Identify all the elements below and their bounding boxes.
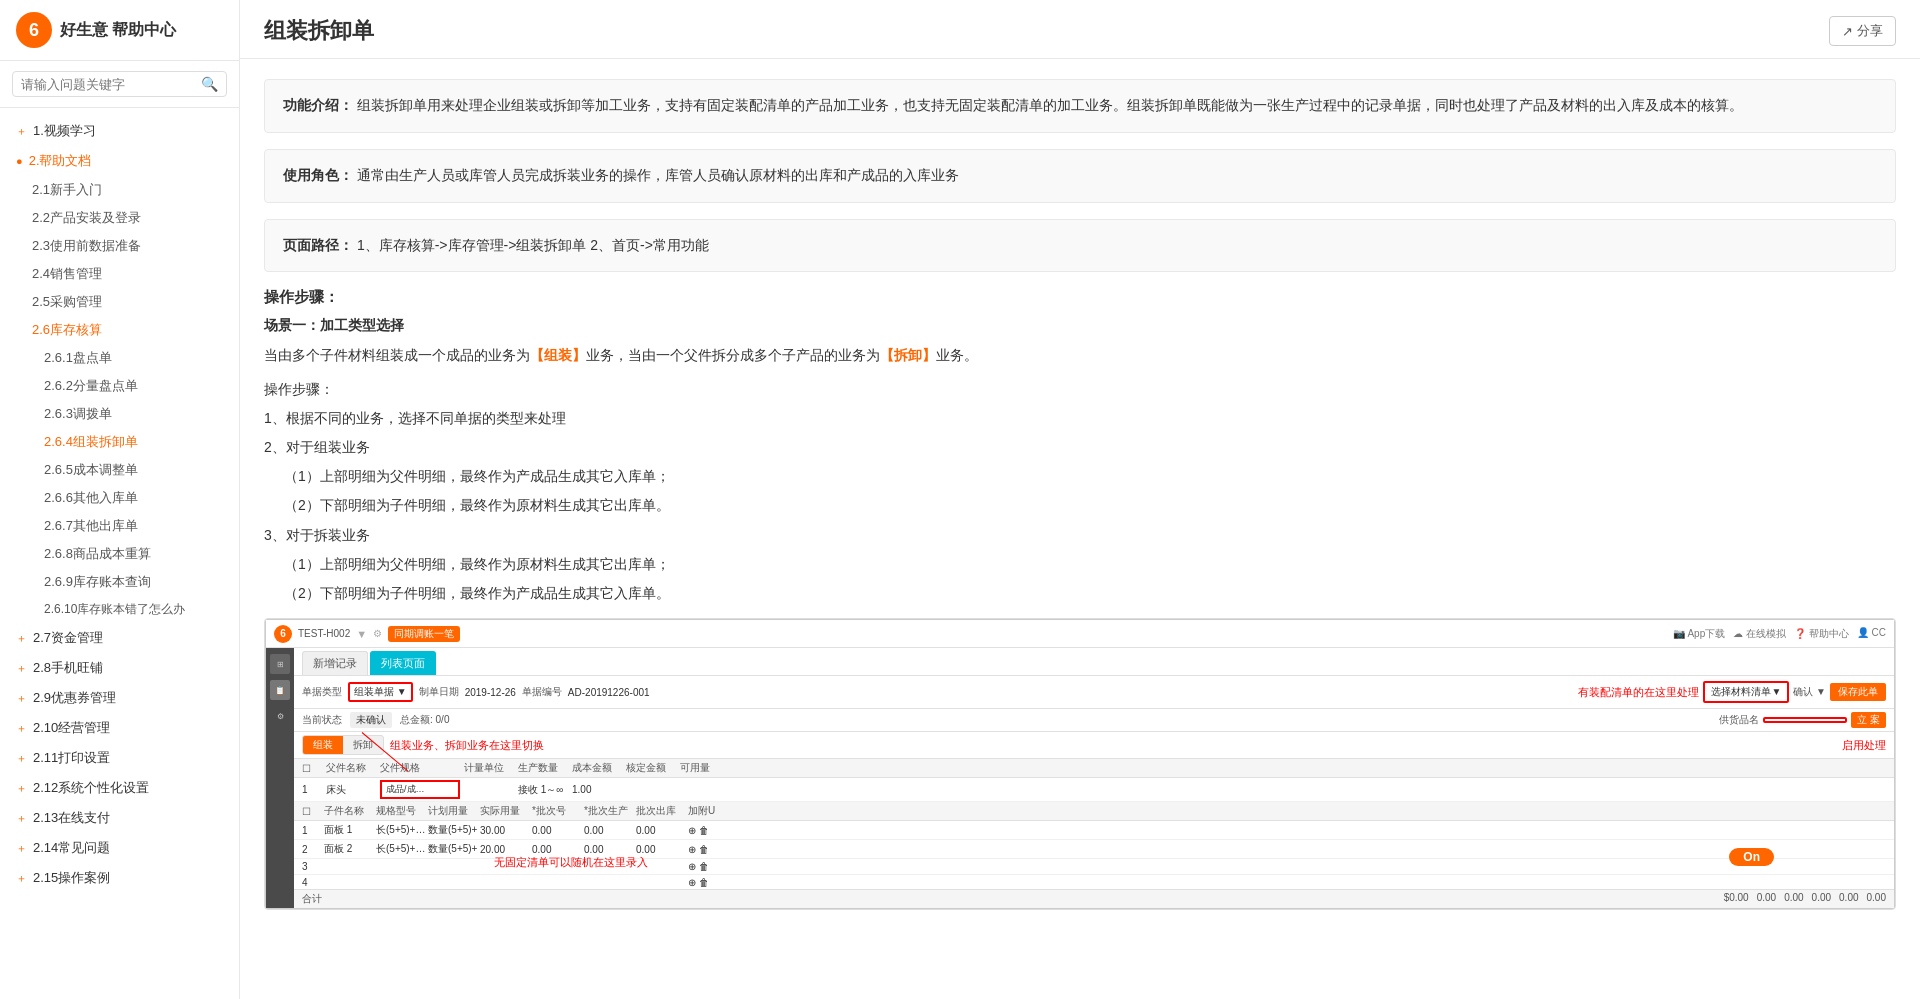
mock-bom-select: 选择材料清单▼ (1703, 681, 1789, 703)
sidebar-item-2-15[interactable]: ＋ 2.15操作案例 (0, 863, 239, 893)
screenshot-container: 6 TEST-H002 ▼ ⚙ 同期调账一笔 📷 App下载 ☁ 在线模拟 ❓ … (264, 618, 1896, 910)
plus-icon-10: ＋ (16, 871, 27, 886)
func-intro-section: 功能介绍： 组装拆卸单用来处理企业组装或拆卸等加工业务，支持有固定装配清单的产品… (264, 79, 1896, 133)
mock-screenshot: 6 TEST-H002 ▼ ⚙ 同期调账一笔 📷 App下载 ☁ 在线模拟 ❓ … (265, 619, 1895, 909)
sidebar-item-2-6-10[interactable]: 2.6.10库存账本错了怎么办 (0, 596, 239, 623)
sidebar-item-2-6-5[interactable]: 2.6.5成本调整单 (0, 456, 239, 484)
mock-table-header2: ☐ 子件名称 规格型号 计划用量 实际用量 *批次号 *批次生产 批次出库 加附… (294, 802, 1894, 821)
ops-steps-title: 操作步骤： (264, 377, 1896, 402)
mock-toggle-row: 组装 拆卸 组装业务、拆卸业务在这里切换 启用处理 (294, 732, 1894, 759)
mock-type-select: 组装单据 ▼ (348, 682, 413, 702)
step3: 3、对于拆装业务 (264, 523, 1896, 548)
sidebar-item-2-9[interactable]: ＋ 2.9优惠券管理 (0, 683, 239, 713)
mock-topbar: 6 TEST-H002 ▼ ⚙ 同期调账一笔 📷 App下载 ☁ 在线模拟 ❓ … (266, 620, 1894, 648)
mock-footer: 合计 $0.00 0.00 0.00 0.00 0.00 0.00 (294, 889, 1894, 908)
sidebar-item-2-2[interactable]: 2.2产品安装及登录 (0, 204, 239, 232)
sidebar-item-2-12[interactable]: ＋ 2.12系统个性化设置 (0, 773, 239, 803)
step2: 2、对于组装业务 (264, 435, 1896, 460)
sidebar-item-2[interactable]: ● 2.帮助文档 (0, 146, 239, 176)
step2-1: （1）上部明细为父件明细，最终作为产成品生成其它入库单； (264, 464, 1896, 489)
sidebar-nav: ＋ 1.视频学习 ● 2.帮助文档 2.1新手入门 2.2产品安装及登录 2.3… (0, 108, 239, 999)
mock-sub-row1: 1 面板 1 长(5+5)+… 数量(5+5)+ 30.00 0.00 0.00… (294, 821, 1894, 840)
role-section: 使用角色： 通常由生产人员或库管人员完成拆装业务的操作，库管人员确认原材料的出库… (264, 149, 1896, 203)
plus-icon: ＋ (16, 124, 27, 139)
sidebar-item-2-1[interactable]: 2.1新手入门 (0, 176, 239, 204)
scene1-desc: 当由多个子件材料组装成一个成品的业务为【组装】业务，当由一个父件拆分成多个子产品… (264, 343, 1896, 368)
search-input-wrap[interactable]: 🔍 (12, 71, 227, 97)
plus-icon-4: ＋ (16, 691, 27, 706)
path-section: 页面路径： 1、库存核算->库存管理->组装拆卸单 2、首页->常用功能 (264, 219, 1896, 273)
sidebar-item-2-14[interactable]: ＋ 2.14常见问题 (0, 833, 239, 863)
plus-icon-5: ＋ (16, 721, 27, 736)
search-box: 🔍 (0, 61, 239, 108)
sidebar-item-2-6-1[interactable]: 2.6.1盘点单 (0, 344, 239, 372)
annot-no-bom: 无固定清单可以随机在这里录入 (494, 855, 648, 870)
main-header: 组装拆卸单 ↗ 分享 (240, 0, 1920, 59)
plus-icon-3: ＋ (16, 661, 27, 676)
minus-icon: ● (16, 155, 23, 167)
plus-icon-8: ＋ (16, 811, 27, 826)
sidebar-item-2-13[interactable]: ＋ 2.13在线支付 (0, 803, 239, 833)
scene1-title: 场景一：加工类型选择 (264, 317, 1896, 335)
sidebar-item-1[interactable]: ＋ 1.视频学习 (0, 116, 239, 146)
search-icon[interactable]: 🔍 (201, 76, 218, 92)
mock-table-header: ☐ 父件名称 父件规格 计量单位 生产数量 成本金额 核定金额 可用量 (294, 759, 1894, 778)
sidebar-item-2-8[interactable]: ＋ 2.8手机旺铺 (0, 653, 239, 683)
sidebar-item-2-6-2[interactable]: 2.6.2分量盘点单 (0, 372, 239, 400)
sidebar-item-2-10[interactable]: ＋ 2.10经营管理 (0, 713, 239, 743)
plus-icon-2: ＋ (16, 631, 27, 646)
ops-title: 操作步骤： (264, 288, 1896, 307)
plus-icon-7: ＋ (16, 781, 27, 796)
sidebar-title: 好生意 帮助中心 (60, 20, 176, 41)
plus-icon-6: ＋ (16, 751, 27, 766)
sidebar-logo: 6 (16, 12, 52, 48)
mock-table-row1: 1 床头 成品/成… 接收 1～∞ 1.00 (294, 778, 1894, 802)
sidebar-item-2-6[interactable]: 2.6库存核算 (0, 316, 239, 344)
ops-steps: 操作步骤： 1、根据不同的业务，选择不同单据的类型来处理 2、对于组装业务 （1… (264, 377, 1896, 607)
step2-2: （2）下部明细为子件明细，最终作为原材料生成其它出库单。 (264, 493, 1896, 518)
mock-logo: 6 (274, 625, 292, 643)
mock-tabs: 新增记录 列表页面 (294, 648, 1894, 676)
sidebar-item-2-6-4[interactable]: 2.6.4组装拆卸单 (0, 428, 239, 456)
sidebar-item-2-6-8[interactable]: 2.6.8商品成本重算 (0, 540, 239, 568)
sidebar-item-2-3[interactable]: 2.3使用前数据准备 (0, 232, 239, 260)
step3-1: （1）上部明细为父件明细，最终作为原材料生成其它出库单； (264, 552, 1896, 577)
main-body: 功能介绍： 组装拆卸单用来处理企业组装或拆卸等加工业务，支持有固定装配清单的产品… (240, 59, 1920, 999)
sidebar-header: 6 好生意 帮助中心 (0, 0, 239, 61)
sidebar-item-2-6-9[interactable]: 2.6.9库存账本查询 (0, 568, 239, 596)
step3-2: （2）下部明细为子件明细，最终作为产成品生成其它入库单。 (264, 581, 1896, 606)
sidebar-item-2-6-6[interactable]: 2.6.6其他入库单 (0, 484, 239, 512)
page-title: 组装拆卸单 (264, 16, 374, 46)
share-icon: ↗ (1842, 24, 1853, 39)
mock-sidebar-strip: ⊞ 📋 ⚙ (266, 648, 294, 909)
sidebar-item-2-4[interactable]: 2.4销售管理 (0, 260, 239, 288)
mock-form-row: 单据类型 组装单据 ▼ 制单日期 2019-12-26 单据编号 AD-2019… (294, 676, 1894, 709)
mock-toggle: 组装 拆卸 (302, 735, 384, 755)
plus-icon-9: ＋ (16, 841, 27, 856)
main-content-area: 组装拆卸单 ↗ 分享 功能介绍： 组装拆卸单用来处理企业组装或拆卸等加工业务，支… (240, 0, 1920, 999)
mock-info-row: 当前状态 未确认 总金额: 0/0 供货品名 立 案 (294, 709, 1894, 732)
sidebar-item-2-6-3[interactable]: 2.6.3调拨单 (0, 400, 239, 428)
annot-on: On (1729, 848, 1774, 866)
sidebar-item-2-7[interactable]: ＋ 2.7资金管理 (0, 623, 239, 653)
search-input[interactable] (21, 77, 201, 92)
mock-main-area: 新增记录 列表页面 单据类型 组装单据 ▼ 制单日期 2019-12-26 单据… (294, 648, 1894, 908)
step1: 1、根据不同的业务，选择不同单据的类型来处理 (264, 406, 1896, 431)
share-button[interactable]: ↗ 分享 (1829, 16, 1896, 46)
sidebar-item-2-11[interactable]: ＋ 2.11打印设置 (0, 743, 239, 773)
sidebar-item-2-6-7[interactable]: 2.6.7其他出库单 (0, 512, 239, 540)
ops-section: 操作步骤： 场景一：加工类型选择 当由多个子件材料组装成一个成品的业务为【组装】… (264, 288, 1896, 910)
sidebar-item-2-5[interactable]: 2.5采购管理 (0, 288, 239, 316)
sidebar: 6 好生意 帮助中心 🔍 ＋ 1.视频学习 ● 2.帮助文档 2.1新手入门 2… (0, 0, 240, 999)
